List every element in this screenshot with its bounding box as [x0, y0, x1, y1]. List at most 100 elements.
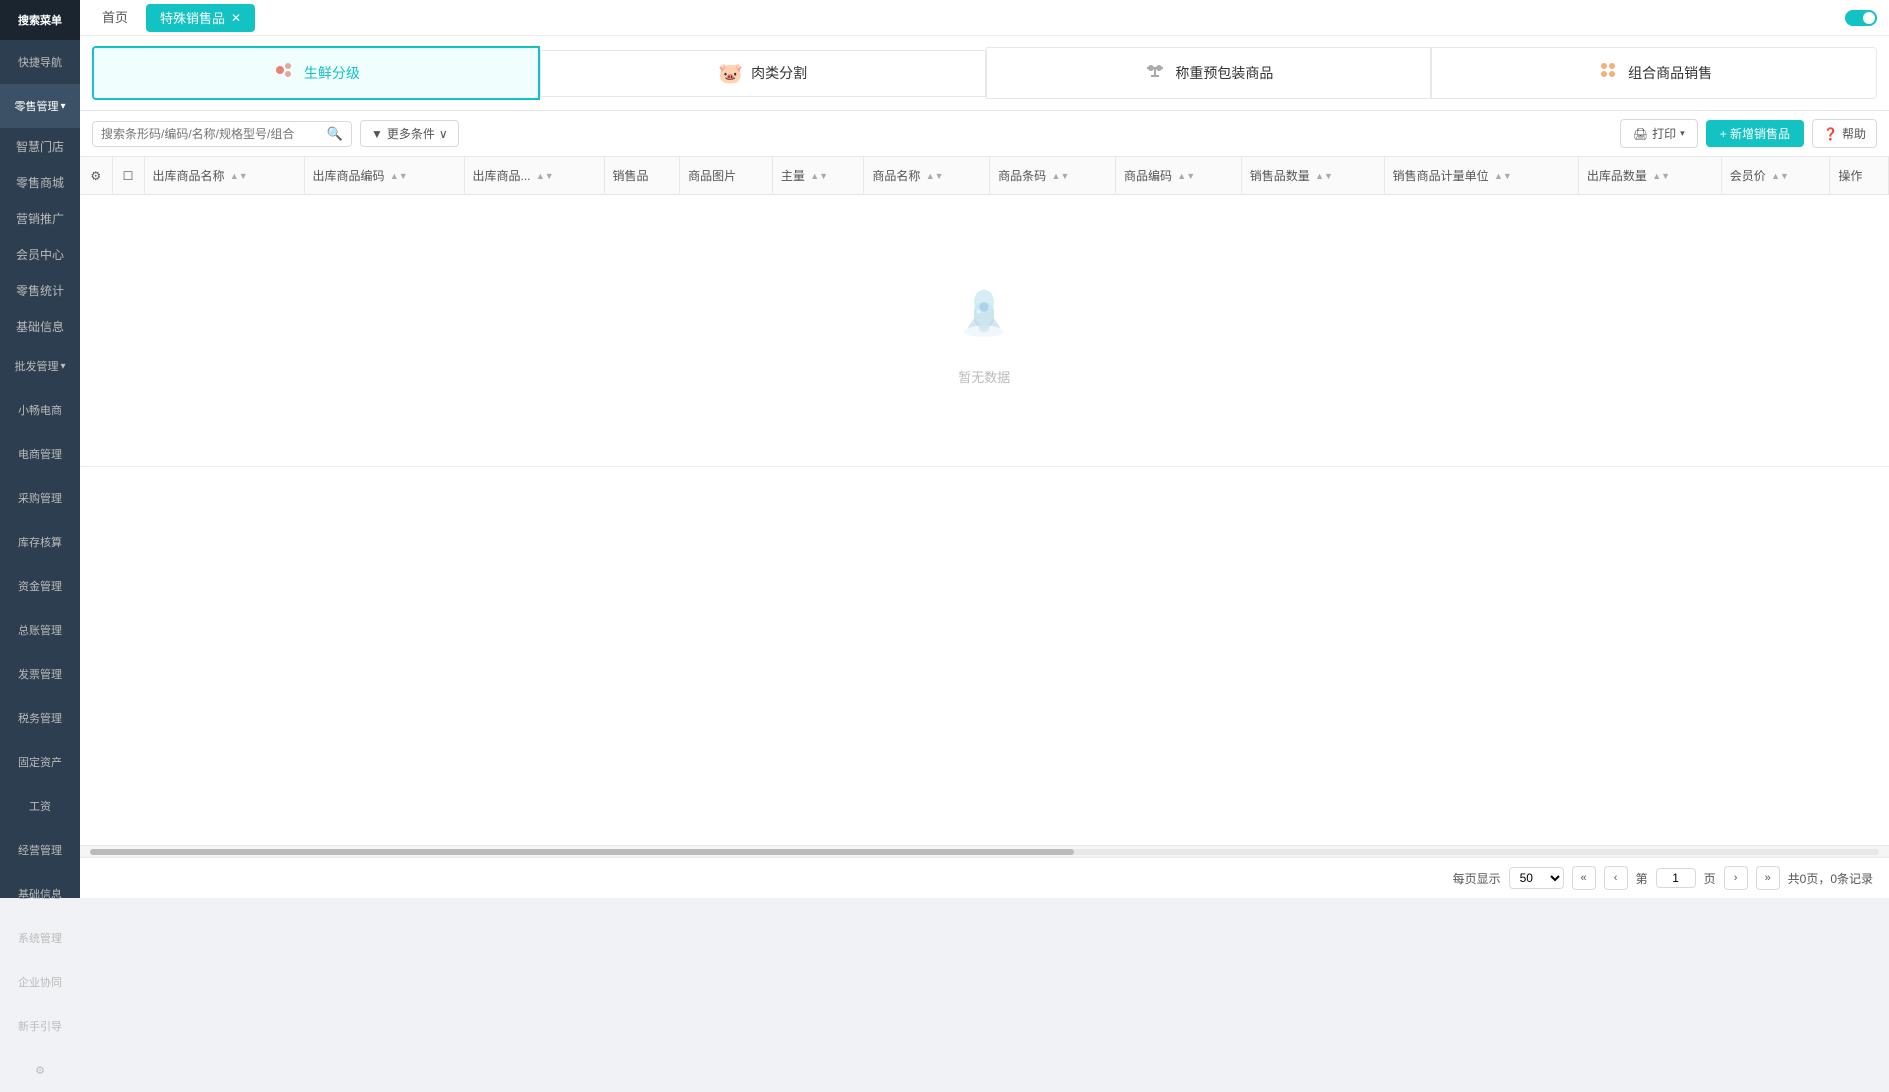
tab-close-icon[interactable]: ✕ — [231, 11, 241, 25]
total-text: 共0页，0条记录 — [1788, 870, 1873, 887]
first-page-button[interactable]: « — [1572, 866, 1596, 890]
fresh-grade-icon — [272, 58, 296, 88]
sidebar-item-retailmall[interactable]: 零售商城 — [0, 164, 80, 200]
col-product-code[interactable]: 商品编码 ▲▼ — [1115, 157, 1241, 195]
combo-icon — [1596, 58, 1620, 88]
print-icon: 🖨 — [1633, 127, 1648, 141]
col-member-price[interactable]: 会员价 ▲▼ — [1721, 157, 1830, 195]
product-table: ⚙ ☐ 出库商品名称 ▲▼ 出库商品编码 ▲▼ 出库商品... ▲▼ — [80, 157, 1889, 467]
last-page-button[interactable]: » — [1756, 866, 1780, 890]
sidebar-item-label: 批发管理 — [14, 358, 58, 374]
col-outlet-code[interactable]: 出库商品编码 ▲▼ — [304, 157, 464, 195]
toolbar-left: 🔍 ▼ 更多条件 ∨ — [92, 120, 459, 147]
search-input[interactable] — [101, 127, 327, 141]
sidebar-item-marketing[interactable]: 营销推广 — [0, 200, 80, 236]
search-box[interactable]: 🔍 — [92, 121, 352, 147]
sidebar-item-fixedassets[interactable]: 固定资产 — [0, 740, 80, 784]
sidebar-item-ledger[interactable]: 总账管理 — [0, 608, 80, 652]
toolbar-right: 🖨 打印 ▾ + 新增销售品 ❓ 帮助 — [1620, 119, 1877, 148]
gear-icon: ⚙ — [35, 1064, 45, 1077]
sidebar-item-label: 企业协同 — [18, 974, 62, 990]
scroll-track — [90, 849, 1879, 855]
print-button[interactable]: 🖨 打印 ▾ — [1620, 119, 1698, 148]
sidebar-item-membership[interactable]: 会员中心 — [0, 236, 80, 272]
tab-special-sales[interactable]: 特殊销售品 ✕ — [146, 4, 255, 32]
sidebar-item-wholesale[interactable]: 批发管理 ▾ — [0, 344, 80, 388]
horizontal-scrollbar[interactable] — [80, 845, 1889, 857]
sidebar-item-ecommerce-mgmt[interactable]: 电商管理 — [0, 432, 80, 476]
new-product-button[interactable]: + 新增销售品 — [1706, 120, 1804, 147]
sidebar-item-ecommerce-small[interactable]: 小畅电商 — [0, 388, 80, 432]
sidebar-item-quicknav[interactable]: 快捷导航 — [0, 40, 80, 84]
table-settings-col[interactable]: ⚙ — [80, 157, 112, 195]
table-container: ⚙ ☐ 出库商品名称 ▲▼ 出库商品编码 ▲▼ 出库商品... ▲▼ — [80, 157, 1889, 845]
chevron-down-icon: ∨ — [439, 127, 448, 141]
tab-home[interactable]: 首页 — [92, 0, 138, 36]
sidebar-item-inventory[interactable]: 库存核算 — [0, 520, 80, 564]
cat-tab-weight[interactable]: 称重预包装商品 — [986, 47, 1432, 99]
sidebar-item-tax[interactable]: 税务管理 — [0, 696, 80, 740]
sidebar-item-label: 总账管理 — [18, 622, 62, 638]
page-size-select[interactable]: 50 10 20 100 — [1509, 867, 1564, 889]
sort-icon: ▲▼ — [1177, 172, 1195, 181]
col-product-name[interactable]: 商品名称 ▲▼ — [864, 157, 990, 195]
cat-tab-fresh[interactable]: 生鲜分级 — [92, 46, 540, 100]
sidebar-item-guide[interactable]: 新手引导 — [0, 1004, 80, 1048]
sidebar-item-finance[interactable]: 资金管理 — [0, 564, 80, 608]
col-barcode[interactable]: 商品条码 ▲▼ — [990, 157, 1116, 195]
sidebar-item-retail[interactable]: 零售管理 ▾ — [0, 84, 80, 128]
sidebar-item-basicinfo2[interactable]: 基础信息 — [0, 872, 80, 916]
scroll-thumb — [90, 849, 1074, 855]
sidebar-item-settings[interactable]: ⚙ — [0, 1048, 80, 1092]
help-button[interactable]: ❓ 帮助 — [1812, 119, 1877, 148]
search-icon: 🔍 — [327, 126, 343, 142]
col-sales-qty[interactable]: 销售品数量 ▲▼ — [1241, 157, 1384, 195]
sort-icon: ▲▼ — [1771, 172, 1789, 181]
filter-button[interactable]: ▼ 更多条件 ∨ — [360, 120, 459, 147]
col-outlet-qty[interactable]: 出库品数量 ▲▼ — [1578, 157, 1721, 195]
chevron-down-icon: ▾ — [1680, 128, 1685, 139]
help-icon: ❓ — [1823, 127, 1838, 141]
sidebar-item-sysmanage[interactable]: 系统管理 — [0, 916, 80, 960]
cat-tab-label: 肉类分割 — [751, 63, 807, 83]
sidebar-item-enterprise[interactable]: 企业协同 — [0, 960, 80, 1004]
prev-page-button[interactable]: ‹ — [1604, 866, 1628, 890]
next-page-button[interactable]: › — [1724, 866, 1748, 890]
page-size-label: 每页显示 — [1453, 870, 1501, 887]
sidebar-item-basicinfo1[interactable]: 基础信息 — [0, 308, 80, 344]
sidebar-item-purchase[interactable]: 采购管理 — [0, 476, 80, 520]
col-sales-unit[interactable]: 销售商品计量单位 ▲▼ — [1384, 157, 1578, 195]
sidebar-item-label: 系统管理 — [18, 930, 62, 946]
sidebar-item-smartstore[interactable]: 智慧门店 — [0, 128, 80, 164]
filter-icon: ▼ — [371, 127, 383, 141]
sidebar-item-retailstats[interactable]: 零售统计 — [0, 272, 80, 308]
sidebar: 搜索菜单 快捷导航 零售管理 ▾ 智慧门店 零售商城 营销推广 会员中心 零售统… — [0, 0, 80, 898]
cat-tab-meat[interactable]: 🐷 肉类分割 — [540, 50, 986, 97]
col-outlet-name[interactable]: 出库商品名称 ▲▼ — [144, 157, 304, 195]
sidebar-item-invoice[interactable]: 发票管理 — [0, 652, 80, 696]
page-number-input[interactable] — [1656, 868, 1696, 888]
toggle-switch[interactable] — [1845, 10, 1877, 26]
sidebar-item-bizmanage[interactable]: 经营管理 — [0, 828, 80, 872]
col-outlet-product[interactable]: 出库商品... ▲▼ — [464, 157, 604, 195]
sidebar-item-salary[interactable]: 工资 — [0, 784, 80, 828]
sidebar-item-label: 经营管理 — [18, 842, 62, 858]
chevron-down-icon: ▾ — [60, 361, 65, 372]
sidebar-item-label: 零售统计 — [16, 282, 64, 299]
sort-icon: ▲▼ — [1052, 172, 1070, 181]
cat-tab-label: 组合商品销售 — [1628, 63, 1712, 83]
sidebar-item-label: 快捷导航 — [18, 54, 62, 70]
tab-label: 特殊销售品 — [160, 8, 225, 27]
sort-icon: ▲▼ — [1315, 172, 1333, 181]
table-checkbox-col[interactable]: ☐ — [112, 157, 144, 195]
sort-icon: ▲▼ — [810, 172, 828, 181]
col-sales-product: 销售品 — [604, 157, 680, 195]
sidebar-item-label: 零售商城 — [16, 174, 64, 191]
cat-tab-label: 称重预包装商品 — [1175, 63, 1273, 83]
col-action: 操作 — [1830, 157, 1889, 195]
cat-tab-combo[interactable]: 组合商品销售 — [1431, 47, 1877, 99]
weight-icon — [1143, 58, 1167, 88]
sidebar-logo[interactable]: 搜索菜单 — [0, 0, 80, 40]
col-main-qty[interactable]: 主量 ▲▼ — [772, 157, 864, 195]
pagination: 每页显示 50 10 20 100 « ‹ 第 页 › » 共0页，0条记录 — [80, 857, 1889, 898]
